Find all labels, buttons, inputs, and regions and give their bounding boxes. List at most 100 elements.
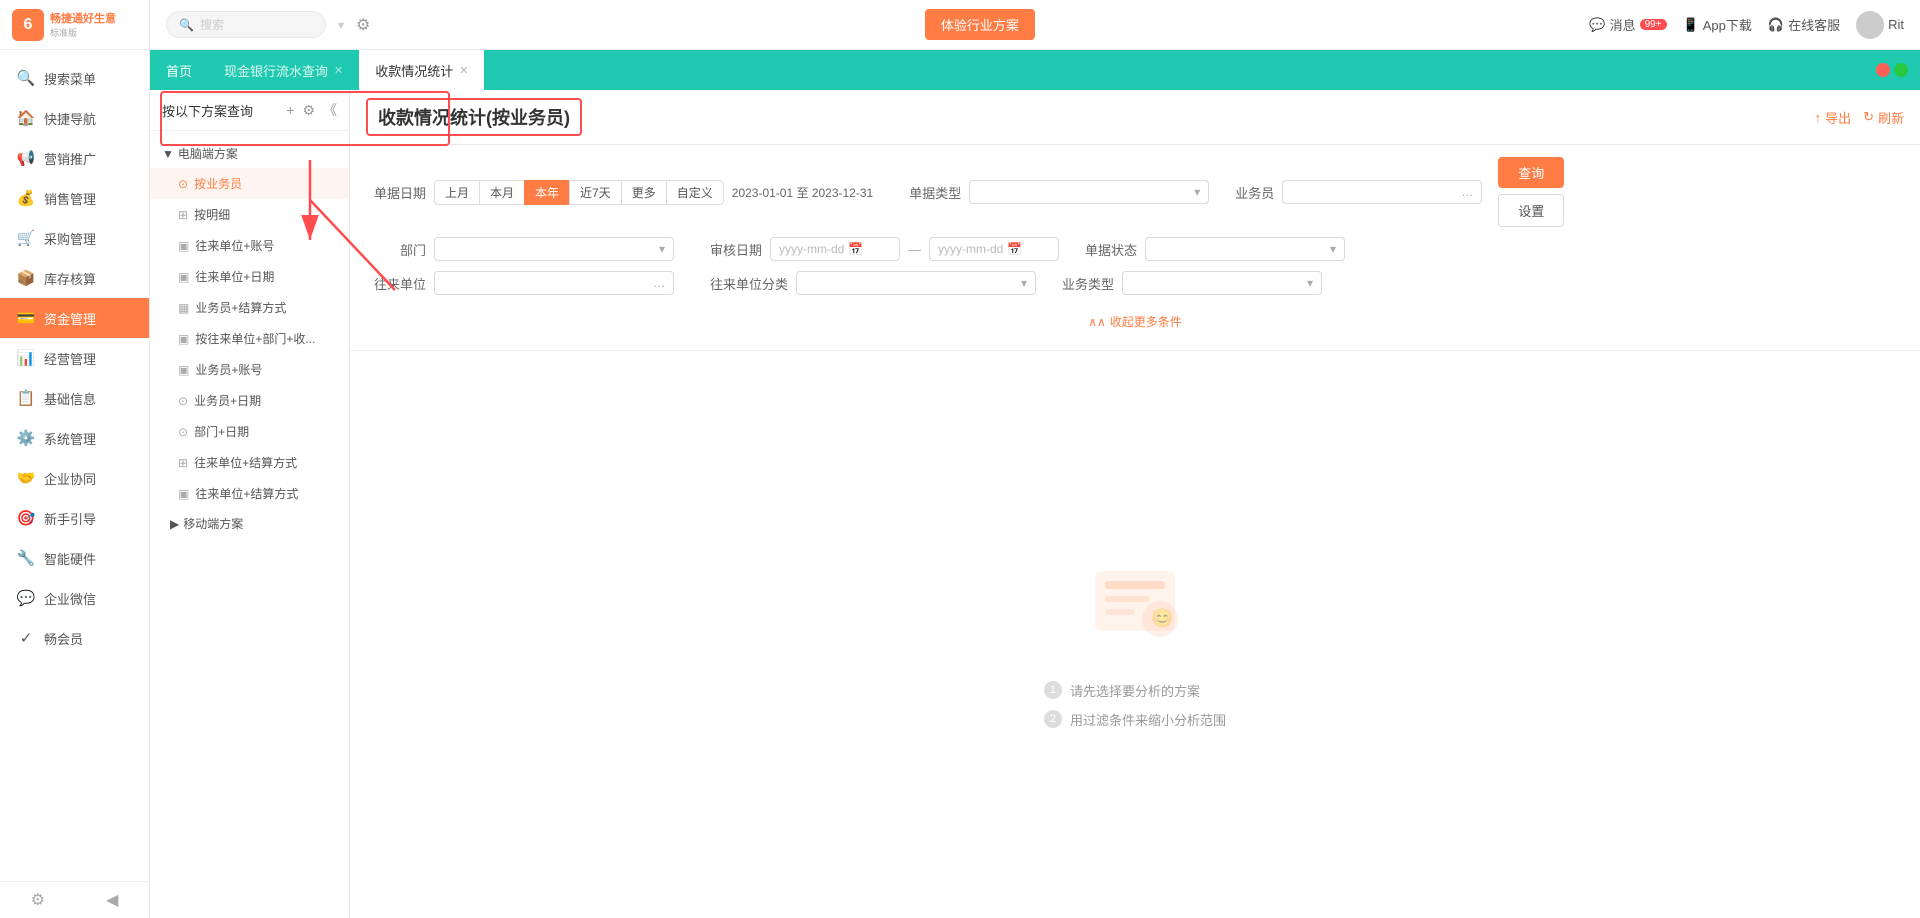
sidebar-item-member[interactable]: ✓ 畅会员	[0, 618, 149, 658]
settings-footer-icon[interactable]: ⚙	[31, 890, 45, 910]
collapse-footer-icon[interactable]: ◀	[106, 890, 118, 910]
window-maximize-button[interactable]	[1894, 63, 1908, 77]
page-title: 收款情况统计(按业务员)	[378, 108, 570, 128]
tab-bank[interactable]: 现金银行流水查询 ✕	[208, 50, 359, 90]
system-icon: ⚙️	[16, 428, 36, 448]
date-tab-more[interactable]: 更多	[621, 180, 666, 205]
filter-review-date-item: 审核日期 yyyy-mm-dd 📅 — yyyy-mm-dd 📅	[710, 237, 1059, 261]
dept-chevron-icon: ▾	[659, 242, 665, 256]
tab-bank-close-icon[interactable]: ✕	[334, 64, 343, 77]
scheme-item-salesperson-settlement[interactable]: ▦ 业务员+结算方式	[150, 292, 349, 323]
scheme-item-partner-settle2[interactable]: ▣ 往来单位+结算方式	[150, 478, 349, 509]
refresh-icon: ↻	[1863, 109, 1874, 125]
review-date-label: 审核日期	[710, 240, 762, 259]
tip-1-number: 1	[1044, 681, 1062, 699]
triangle-icon: ▼	[162, 147, 174, 161]
sidebar-item-sales[interactable]: 💰 销售管理	[0, 178, 149, 218]
svg-text:😊: 😊	[1151, 608, 1173, 628]
scheme-item-detail[interactable]: ⊞ 按明细	[150, 199, 349, 230]
online-service-button[interactable]: 🎧 在线客服	[1768, 15, 1840, 34]
page-actions: ↑ 导出 ↻ 刷新	[1815, 108, 1904, 127]
right-content: 收款情况统计(按业务员) ↑ 导出 ↻ 刷新	[350, 90, 1920, 918]
partner-account-icon: ▣	[178, 239, 189, 253]
biz-type-select[interactable]: ▾	[1122, 271, 1322, 295]
window-close-button[interactable]	[1876, 63, 1890, 77]
search-icon: 🔍	[179, 18, 194, 32]
topbar-center: 体验行业方案	[925, 9, 1035, 40]
salesperson-select[interactable]: …	[1282, 180, 1482, 204]
partner-label: 往来单位	[366, 274, 426, 293]
scheme-item-partner-account[interactable]: ▣ 往来单位+账号	[150, 230, 349, 261]
partner-settle1-icon: ⊞	[178, 456, 188, 470]
sidebar-item-hardware[interactable]: 🔧 智能硬件	[0, 538, 149, 578]
sidebar-item-operation[interactable]: 📊 经营管理	[0, 338, 149, 378]
date-tab-this-year[interactable]: 本年	[524, 180, 569, 205]
scheme-item-salesperson[interactable]: ⊙ 按业务员	[150, 168, 349, 199]
sidebar-item-nav[interactable]: 🏠 快捷导航	[0, 98, 149, 138]
review-date-from[interactable]: yyyy-mm-dd 📅	[770, 237, 900, 261]
sidebar-item-finance[interactable]: 💳 资金管理	[0, 298, 149, 338]
sidebar-item-corp[interactable]: 🤝 企业协同	[0, 458, 149, 498]
dropdown-arrow-icon[interactable]: ▾	[338, 18, 344, 32]
date-tab-this-month[interactable]: 本月	[479, 180, 524, 205]
date-tab-7days[interactable]: 近7天	[569, 180, 621, 205]
settings-button[interactable]: 设置	[1498, 194, 1564, 227]
user-avatar-area[interactable]: Rit	[1856, 11, 1904, 39]
scheme-section: ▼ 电脑端方案 ⊙ 按业务员 ⊞ 按明细 ▣ 往来单位+账号 ▣ 往来单位+	[150, 131, 349, 546]
refresh-button[interactable]: ↻ 刷新	[1863, 108, 1904, 127]
scheme-item-partner-settle1[interactable]: ⊞ 往来单位+结算方式	[150, 447, 349, 478]
tab-home[interactable]: 首页	[150, 50, 208, 90]
sidebar-item-basic[interactable]: 📋 基础信息	[0, 378, 149, 418]
sidebar-nav: 🔍 搜索菜单 🏠 快捷导航 📢 营销推广 💰 销售管理 🛒 采购管理 📦 库存核…	[0, 50, 149, 881]
scheme-item-dept-date[interactable]: ⊙ 部门+日期	[150, 416, 349, 447]
sp-settle-icon: ▦	[178, 301, 189, 315]
scheme-item-partner-dept[interactable]: ▣ 按往来单位+部门+收...	[150, 323, 349, 354]
scheme-item-sp-account[interactable]: ▣ 业务员+账号	[150, 354, 349, 385]
sidebar-item-search[interactable]: 🔍 搜索菜单	[0, 58, 149, 98]
mobile-group-title[interactable]: ▶ 移动端方案	[150, 509, 349, 538]
review-date-to[interactable]: yyyy-mm-dd 📅	[929, 237, 1059, 261]
export-button[interactable]: ↑ 导出	[1815, 108, 1852, 127]
topbar-right: 💬 消息 99+ 📱 App下载 🎧 在线客服 Rit	[1589, 11, 1904, 39]
doctype-select[interactable]: ▾	[969, 180, 1209, 204]
pc-group-title[interactable]: ▼ 电脑端方案	[150, 139, 349, 168]
sidebar-item-guide[interactable]: 🎯 新手引导	[0, 498, 149, 538]
sidebar-item-purchase[interactable]: 🛒 采购管理	[0, 218, 149, 258]
query-button[interactable]: 查询	[1498, 157, 1564, 188]
calendar-icon: 📅	[848, 242, 863, 256]
topbar-search[interactable]: 🔍 搜索	[166, 11, 326, 38]
sidebar-item-inventory[interactable]: 📦 库存核算	[0, 258, 149, 298]
date-tab-custom[interactable]: 自定义	[666, 180, 724, 205]
logo-icon: 6	[12, 9, 44, 41]
date-tab-last-month[interactable]: 上月	[434, 180, 479, 205]
panel-collapse-icon[interactable]: 《	[323, 100, 337, 120]
dept-select[interactable]: ▾	[434, 237, 674, 261]
search-icon: 🔍	[16, 68, 36, 88]
trial-button[interactable]: 体验行业方案	[925, 9, 1035, 40]
dept-label: 部门	[366, 240, 426, 259]
scheme-settings-icon[interactable]: ⚙	[302, 102, 315, 119]
scheme-item-partner-date[interactable]: ▣ 往来单位+日期	[150, 261, 349, 292]
corp-icon: 🤝	[16, 468, 36, 488]
collapse-button[interactable]: ∧∧ 收起更多条件	[366, 305, 1904, 338]
partner-select[interactable]: …	[434, 271, 674, 295]
sidebar-item-wechat[interactable]: 💬 企业微信	[0, 578, 149, 618]
settings-gear-icon[interactable]: ⚙	[356, 15, 370, 35]
add-scheme-icon[interactable]: +	[286, 102, 294, 118]
tab-collection[interactable]: 收款情况统计 ✕	[359, 50, 484, 90]
messages-button[interactable]: 💬 消息 99+	[1589, 15, 1666, 34]
empty-tip-2: 2 用过滤条件来缩小分析范围	[1044, 710, 1226, 729]
empty-illustration: 😊	[1075, 541, 1195, 661]
sidebar-logo: 6 畅捷通好生意 标准版	[0, 0, 149, 50]
partner-cat-select[interactable]: ▾	[796, 271, 1036, 295]
detail-scheme-icon: ⊞	[178, 208, 188, 222]
scheme-item-sp-date[interactable]: ⊙ 业务员+日期	[150, 385, 349, 416]
topbar: 🔍 搜索 ▾ ⚙ 体验行业方案 💬 消息 99+ 📱 App下载 🎧 在线客服	[150, 0, 1920, 50]
app-download-button[interactable]: 📱 App下载	[1683, 15, 1752, 34]
sidebar-item-system[interactable]: ⚙️ 系统管理	[0, 418, 149, 458]
docstatus-label: 单据状态	[1085, 240, 1137, 259]
sidebar-item-marketing[interactable]: 📢 营销推广	[0, 138, 149, 178]
biz-type-label: 业务类型	[1062, 274, 1114, 293]
tab-collection-close-icon[interactable]: ✕	[459, 64, 468, 77]
docstatus-select[interactable]: ▾	[1145, 237, 1345, 261]
